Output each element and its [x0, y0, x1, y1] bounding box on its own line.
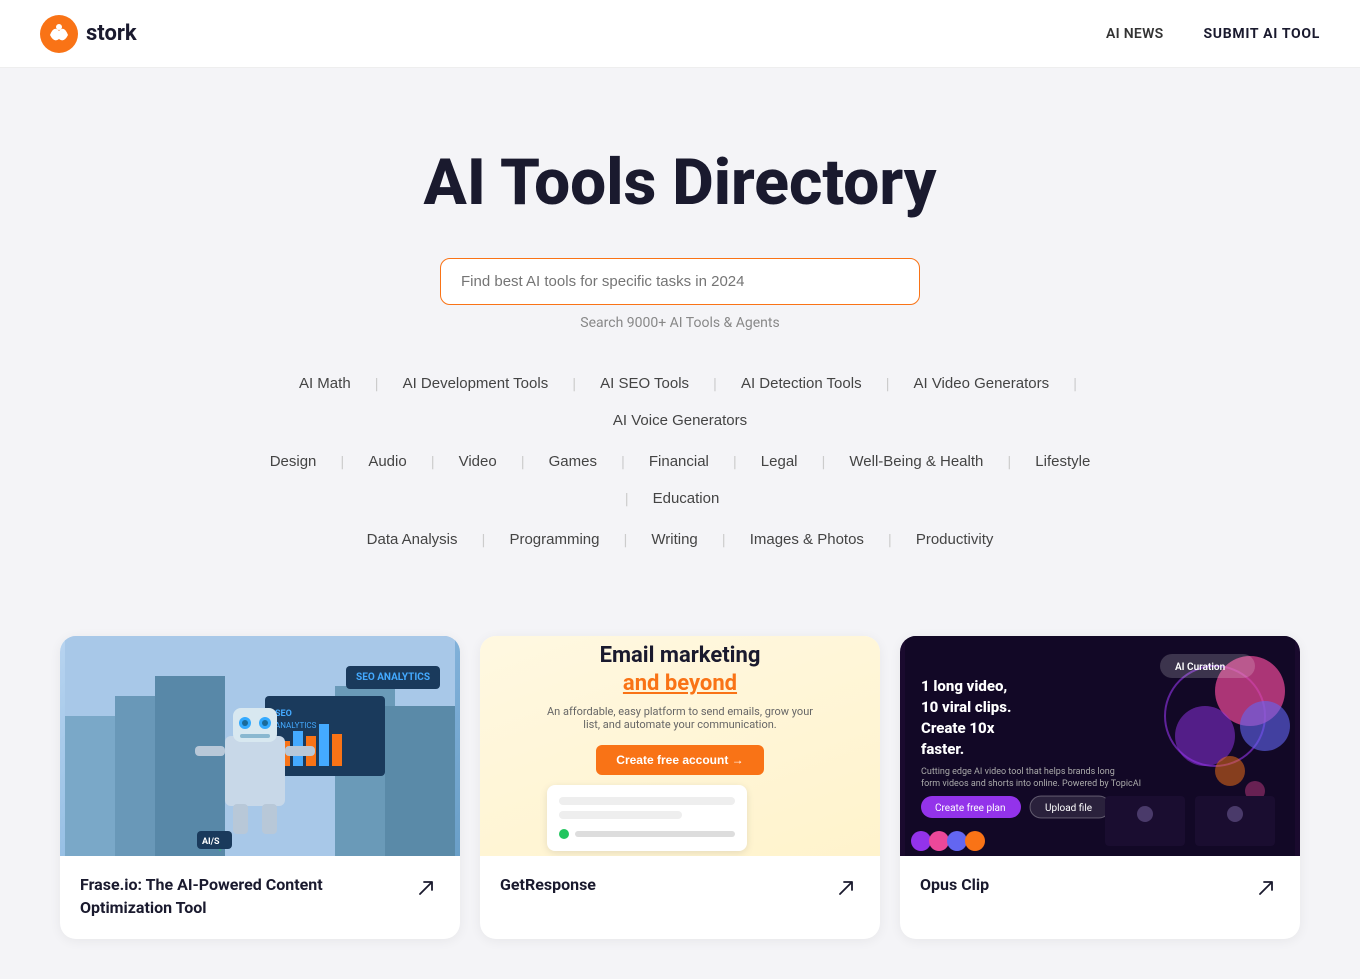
categories-container: AI Math | AI Development Tools | AI SEO …: [230, 367, 1130, 556]
cat-audio[interactable]: Audio: [350, 445, 424, 478]
categories-row-1: AI Math | AI Development Tools | AI SEO …: [250, 367, 1110, 437]
sep17: |: [886, 523, 894, 556]
cat-design[interactable]: Design: [252, 445, 335, 478]
cat-lifestyle[interactable]: Lifestyle: [1017, 445, 1108, 478]
sep8: |: [519, 445, 527, 478]
svg-text:Upload file: Upload file: [1045, 802, 1092, 814]
search-input[interactable]: [440, 258, 920, 305]
sep3: |: [711, 367, 719, 400]
getresponse-form-demo: [547, 785, 747, 851]
cat-images-photos[interactable]: Images & Photos: [732, 523, 882, 556]
svg-text:Create free plan: Create free plan: [935, 802, 1005, 814]
svg-text:AI/S: AI/S: [202, 837, 220, 847]
sep4: |: [884, 367, 892, 400]
cards-section: SEO ANALYTICS: [0, 596, 1360, 979]
sep9: |: [619, 445, 627, 478]
logo[interactable]: stork: [40, 15, 137, 53]
cat-video[interactable]: Video: [441, 445, 515, 478]
card-frase-body: Frase.io: The AI-Powered Content Optimiz…: [60, 856, 460, 939]
sep16: |: [720, 523, 728, 556]
card-getresponse-title: GetResponse: [500, 874, 596, 896]
arrow-icon: [1256, 878, 1276, 898]
cat-education[interactable]: Education: [635, 482, 738, 515]
svg-text:faster.: faster.: [921, 740, 964, 758]
svg-text:form videos and shorts into on: form videos and shorts into online. Powe…: [921, 779, 1141, 789]
card-getresponse-body: GetResponse: [480, 856, 880, 922]
svg-text:AI Curation: AI Curation: [1175, 662, 1226, 673]
card-opus-title: Opus Clip: [920, 874, 989, 896]
frase-illustration: SEO ANALYTICS: [60, 636, 460, 856]
cat-productivity[interactable]: Productivity: [898, 523, 1012, 556]
getresponse-headline: Email marketingand beyond: [547, 642, 813, 699]
card-frase[interactable]: SEO ANALYTICS: [60, 636, 460, 939]
cat-ai-video-generators[interactable]: AI Video Generators: [895, 367, 1067, 400]
nav-submit-tool[interactable]: SUBMIT AI TOOL: [1203, 26, 1320, 42]
logo-text: stork: [86, 21, 137, 46]
card-frase-image: SEO ANALYTICS: [60, 636, 460, 856]
cat-games[interactable]: Games: [531, 445, 615, 478]
sep1: |: [373, 367, 381, 400]
sep6: |: [338, 445, 346, 478]
sep14: |: [480, 523, 488, 556]
sep11: |: [820, 445, 828, 478]
arrow-icon: [836, 878, 856, 898]
arrow-icon: [416, 878, 436, 898]
card-opus-body: Opus Clip: [900, 856, 1300, 922]
cat-ai-seo-tools[interactable]: AI SEO Tools: [582, 367, 707, 400]
sep7: |: [429, 445, 437, 478]
cat-legal[interactable]: Legal: [743, 445, 816, 478]
card-getresponse-arrow: [832, 874, 860, 902]
search-container: Search 9000+ AI Tools & Agents: [20, 258, 1340, 331]
card-getresponse-image: Email marketingand beyond An affordable,…: [480, 636, 880, 856]
opus-illustration: AI Curation 1 long video, 10 viral clips…: [900, 636, 1300, 856]
sep13: |: [623, 482, 631, 515]
sep15: |: [621, 523, 629, 556]
card-opus-arrow: [1252, 874, 1280, 902]
sep10: |: [731, 445, 739, 478]
cat-ai-dev-tools[interactable]: AI Development Tools: [385, 367, 567, 400]
sep12: |: [1005, 445, 1013, 478]
card-frase-title: Frase.io: The AI-Powered Content Optimiz…: [80, 874, 412, 919]
cat-ai-voice-generators[interactable]: AI Voice Generators: [595, 404, 765, 437]
site-header: stork AI NEWS SUBMIT AI TOOL: [0, 0, 1360, 68]
cat-ai-detection-tools[interactable]: AI Detection Tools: [723, 367, 880, 400]
getresponse-sub: An affordable, easy platform to send ema…: [547, 705, 813, 731]
cat-ai-math[interactable]: AI Math: [281, 367, 369, 400]
getresponse-cta[interactable]: Create free account →: [596, 745, 763, 775]
sep2: |: [570, 367, 578, 400]
getresponse-highlight: and beyond: [623, 671, 737, 696]
search-hint: Search 9000+ AI Tools & Agents: [580, 315, 779, 331]
card-getresponse[interactable]: Email marketingand beyond An affordable,…: [480, 636, 880, 939]
svg-text:SEO: SEO: [275, 709, 292, 719]
nav-ai-news[interactable]: AI NEWS: [1106, 26, 1163, 42]
main-nav: AI NEWS SUBMIT AI TOOL: [1106, 26, 1320, 42]
hero-section: AI Tools Directory Search 9000+ AI Tools…: [0, 68, 1360, 596]
cat-financial[interactable]: Financial: [631, 445, 727, 478]
svg-text:ANALYTICS: ANALYTICS: [275, 721, 317, 730]
cat-data-analysis[interactable]: Data Analysis: [349, 523, 476, 556]
cat-programming[interactable]: Programming: [491, 523, 617, 556]
svg-text:10 viral clips.: 10 viral clips.: [921, 698, 1011, 716]
card-opus-image: AI Curation 1 long video, 10 viral clips…: [900, 636, 1300, 856]
sep5: |: [1071, 367, 1079, 400]
categories-row-3: Data Analysis | Programming | Writing | …: [349, 523, 1012, 556]
svg-text:Cutting edge AI video tool tha: Cutting edge AI video tool that helps br…: [921, 767, 1115, 777]
svg-text:Create 10x: Create 10x: [921, 719, 995, 737]
categories-row-2: Design | Audio | Video | Games | Financi…: [250, 445, 1110, 515]
svg-text:1 long video,: 1 long video,: [921, 677, 1007, 695]
logo-icon: [40, 15, 78, 53]
card-frase-arrow: [412, 874, 440, 902]
cat-writing[interactable]: Writing: [633, 523, 715, 556]
hero-title: AI Tools Directory: [20, 148, 1340, 218]
cat-wellbeing[interactable]: Well-Being & Health: [831, 445, 1001, 478]
card-opus-clip[interactable]: AI Curation 1 long video, 10 viral clips…: [900, 636, 1300, 939]
